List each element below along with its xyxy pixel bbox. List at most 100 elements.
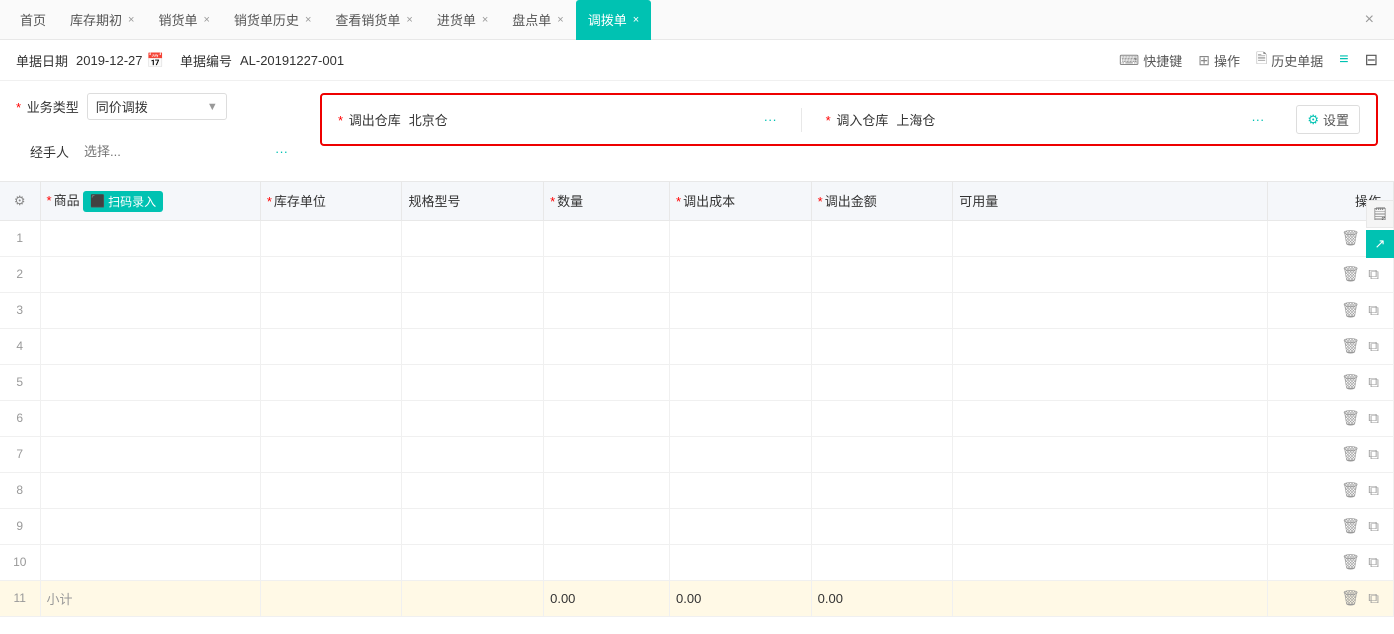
tab-close-icon[interactable]: × bbox=[305, 14, 311, 26]
copy-icon[interactable]: ⧉ bbox=[1368, 338, 1379, 355]
tab-close-icon[interactable]: × bbox=[128, 14, 134, 26]
history-button[interactable]: 🗎 历史单据 bbox=[1256, 48, 1323, 72]
copy-icon[interactable]: ⧉ bbox=[1368, 374, 1379, 391]
row-goods[interactable] bbox=[40, 508, 260, 544]
row-qty[interactable] bbox=[544, 472, 670, 508]
copy-icon[interactable]: ⧉ bbox=[1368, 266, 1379, 283]
row-spec[interactable] bbox=[402, 400, 544, 436]
tab-transfer[interactable]: 调拨单 × bbox=[576, 0, 651, 40]
manager-more-button[interactable]: ··· bbox=[275, 144, 288, 159]
tab-close-icon[interactable]: × bbox=[633, 14, 639, 26]
copy-icon[interactable]: ⧉ bbox=[1368, 302, 1379, 319]
row-unit[interactable] bbox=[260, 472, 402, 508]
row-available[interactable] bbox=[953, 472, 1268, 508]
row-goods[interactable] bbox=[40, 220, 260, 256]
row-amount[interactable] bbox=[811, 364, 953, 400]
row-goods[interactable] bbox=[40, 544, 260, 580]
window-close-button[interactable]: × bbox=[1353, 11, 1386, 29]
warehouse-in-more-button[interactable]: ··· bbox=[1251, 112, 1264, 127]
row-qty[interactable] bbox=[544, 364, 670, 400]
row-spec[interactable] bbox=[402, 364, 544, 400]
copy-icon[interactable]: ⧉ bbox=[1368, 554, 1379, 571]
row-qty[interactable] bbox=[544, 256, 670, 292]
delete-icon[interactable]: 🗑 bbox=[1341, 589, 1360, 607]
calendar-icon[interactable]: 📅 bbox=[147, 52, 164, 69]
copy-icon[interactable]: ⧉ bbox=[1368, 410, 1379, 427]
row-available[interactable] bbox=[953, 256, 1268, 292]
delete-icon[interactable]: 🗑 bbox=[1341, 337, 1360, 355]
row-cost[interactable] bbox=[670, 220, 812, 256]
row-goods[interactable] bbox=[40, 436, 260, 472]
row-spec[interactable] bbox=[402, 472, 544, 508]
row-amount[interactable] bbox=[811, 256, 953, 292]
layout-icon1[interactable]: ≡ bbox=[1339, 51, 1348, 69]
warehouse-out-more-button[interactable]: ··· bbox=[764, 112, 777, 127]
row-amount[interactable] bbox=[811, 400, 953, 436]
copy-icon[interactable]: ⧉ bbox=[1368, 482, 1379, 499]
business-type-select[interactable]: 同价调拨 ▼ bbox=[87, 93, 227, 120]
row-cost[interactable] bbox=[670, 364, 812, 400]
tab-purchase[interactable]: 进货单 × bbox=[425, 0, 500, 40]
tab-inventory-count[interactable]: 盘点单 × bbox=[500, 0, 575, 40]
shortcuts-button[interactable]: ⌨ 快捷键 bbox=[1119, 51, 1182, 70]
settings-button[interactable]: ⚙ 设置 bbox=[1296, 105, 1360, 134]
operations-button[interactable]: ⊞ 操作 bbox=[1198, 51, 1240, 70]
row-cost[interactable] bbox=[670, 544, 812, 580]
expand-icon-button[interactable]: ↗ bbox=[1366, 230, 1394, 258]
row-qty[interactable] bbox=[544, 508, 670, 544]
delete-icon[interactable]: 🗑 bbox=[1341, 409, 1360, 427]
tab-inventory-initial[interactable]: 库存期初 × bbox=[58, 0, 146, 40]
layout-icon2[interactable]: ⊟ bbox=[1365, 50, 1378, 70]
row-goods[interactable] bbox=[40, 256, 260, 292]
tab-close-icon[interactable]: × bbox=[203, 14, 209, 26]
delete-icon[interactable]: 🗑 bbox=[1341, 265, 1360, 283]
row-available[interactable] bbox=[953, 292, 1268, 328]
tab-close-icon[interactable]: × bbox=[482, 14, 488, 26]
row-unit[interactable] bbox=[260, 256, 402, 292]
row-amount[interactable] bbox=[811, 292, 953, 328]
row-cost[interactable] bbox=[670, 400, 812, 436]
row-amount[interactable] bbox=[811, 544, 953, 580]
row-goods[interactable] bbox=[40, 364, 260, 400]
row-amount[interactable] bbox=[811, 220, 953, 256]
delete-icon[interactable]: 🗑 bbox=[1341, 229, 1360, 247]
row-amount[interactable] bbox=[811, 472, 953, 508]
row-spec[interactable] bbox=[402, 544, 544, 580]
row-qty[interactable] bbox=[544, 292, 670, 328]
delete-icon[interactable]: 🗑 bbox=[1341, 517, 1360, 535]
row-qty[interactable] bbox=[544, 544, 670, 580]
manager-input[interactable] bbox=[77, 140, 267, 163]
row-unit[interactable] bbox=[260, 220, 402, 256]
row-unit[interactable] bbox=[260, 292, 402, 328]
copy-icon[interactable]: ⧉ bbox=[1368, 590, 1379, 607]
tab-home[interactable]: 首页 bbox=[8, 0, 58, 40]
row-cost[interactable] bbox=[670, 292, 812, 328]
tab-close-icon[interactable]: × bbox=[557, 14, 563, 26]
row-amount[interactable] bbox=[811, 436, 953, 472]
row-spec[interactable] bbox=[402, 292, 544, 328]
row-available[interactable] bbox=[953, 544, 1268, 580]
row-goods[interactable] bbox=[40, 292, 260, 328]
row-qty[interactable] bbox=[544, 436, 670, 472]
row-unit[interactable] bbox=[260, 328, 402, 364]
row-available[interactable] bbox=[953, 436, 1268, 472]
row-qty[interactable] bbox=[544, 220, 670, 256]
row-available[interactable] bbox=[953, 508, 1268, 544]
row-cost[interactable] bbox=[670, 256, 812, 292]
row-unit[interactable] bbox=[260, 544, 402, 580]
row-unit[interactable] bbox=[260, 508, 402, 544]
row-spec[interactable] bbox=[402, 220, 544, 256]
note-icon-button[interactable]: 🗒 bbox=[1366, 200, 1394, 228]
tab-sales-history[interactable]: 销货单历史 × bbox=[222, 0, 323, 40]
row-spec[interactable] bbox=[402, 508, 544, 544]
tab-close-icon[interactable]: × bbox=[406, 14, 412, 26]
row-unit[interactable] bbox=[260, 400, 402, 436]
row-goods[interactable] bbox=[40, 472, 260, 508]
row-unit[interactable] bbox=[260, 436, 402, 472]
delete-icon[interactable]: 🗑 bbox=[1341, 301, 1360, 319]
tab-sales-order[interactable]: 销货单 × bbox=[146, 0, 221, 40]
tab-view-sales[interactable]: 查看销货单 × bbox=[323, 0, 424, 40]
row-qty[interactable] bbox=[544, 328, 670, 364]
row-amount[interactable] bbox=[811, 328, 953, 364]
scan-button[interactable]: ⬛ 扫码录入 bbox=[83, 191, 163, 212]
